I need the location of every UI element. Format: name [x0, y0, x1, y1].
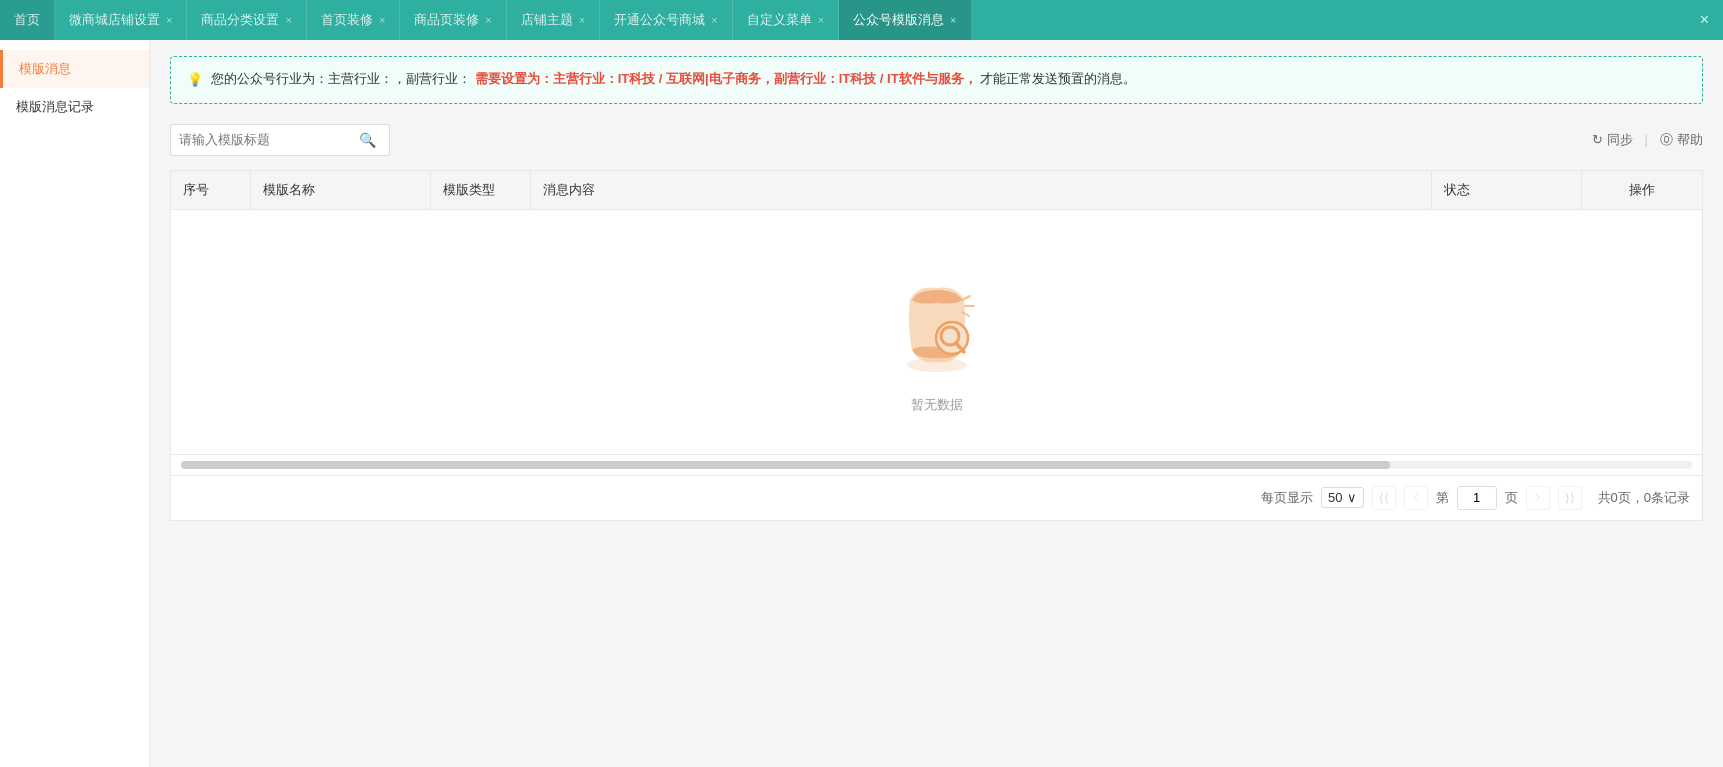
- first-page-button[interactable]: ⟨⟨: [1372, 486, 1396, 510]
- close-all-tabs-button[interactable]: ×: [1686, 0, 1723, 40]
- tab-shop-theme[interactable]: 店铺主题 ×: [507, 0, 600, 40]
- col-type: 模版类型: [431, 171, 531, 209]
- divider: |: [1645, 132, 1648, 147]
- empty-illustration: [882, 270, 992, 380]
- close-home-deco-tab[interactable]: ×: [379, 14, 385, 26]
- tab-micro-shop[interactable]: 微商城店铺设置 ×: [55, 0, 187, 40]
- col-status: 状态: [1432, 171, 1582, 209]
- search-input[interactable]: [179, 132, 359, 147]
- close-open-mall-tab[interactable]: ×: [711, 14, 717, 26]
- bulb-icon: 💡: [187, 70, 203, 91]
- tab-home[interactable]: 首页: [0, 0, 55, 40]
- scrollbar-thumb[interactable]: [181, 461, 1390, 469]
- table-header: 序号 模版名称 模版类型 消息内容 状态 操作: [171, 171, 1702, 210]
- help-button[interactable]: ⓪ 帮助: [1660, 131, 1703, 149]
- per-page-value: 50: [1328, 490, 1342, 505]
- page-input[interactable]: [1457, 486, 1497, 510]
- data-table: 序号 模版名称 模版类型 消息内容 状态 操作: [170, 170, 1703, 521]
- col-content: 消息内容: [531, 171, 1432, 209]
- scrollbar-area[interactable]: [171, 454, 1702, 475]
- search-input-wrap[interactable]: 🔍: [170, 124, 390, 156]
- tab-custom-menu[interactable]: 自定义菜单 ×: [733, 0, 839, 40]
- col-action: 操作: [1582, 171, 1702, 209]
- close-custom-menu-tab[interactable]: ×: [818, 14, 824, 26]
- next-page-button[interactable]: ﹥: [1526, 486, 1550, 510]
- notice-text: 您的公众号行业为：主营行业：，副营行业： 需要设置为：主营行业：IT科技 / 互…: [211, 69, 1136, 90]
- top-nav: 首页 微商城店铺设置 × 商品分类设置 × 首页装修 × 商品页装修 × 店铺主…: [0, 0, 1723, 40]
- tab-product-deco[interactable]: 商品页装修 ×: [400, 0, 506, 40]
- close-shop-theme-tab[interactable]: ×: [579, 14, 585, 26]
- search-bar: 🔍 ↻ 同步 | ⓪ 帮助: [170, 124, 1703, 156]
- notice-highlight: 需要设置为：主营行业：IT科技 / 互联网|电子商务，副营行业：IT科技 / I…: [475, 71, 977, 86]
- tab-open-mall[interactable]: 开通公众号商城 ×: [600, 0, 732, 40]
- chevron-down-icon: ∨: [1347, 490, 1357, 505]
- col-seq: 序号: [171, 171, 251, 209]
- search-button[interactable]: 🔍: [359, 132, 376, 148]
- sidebar-item-template-msg-log[interactable]: 模版消息记录: [0, 88, 149, 126]
- search-actions: ↻ 同步 | ⓪ 帮助: [1592, 131, 1703, 149]
- sidebar: 模版消息 模版消息记录: [0, 40, 150, 767]
- empty-state: 暂无数据: [171, 210, 1702, 454]
- total-info: 共0页，0条记录: [1598, 489, 1690, 507]
- tab-home-deco[interactable]: 首页装修 ×: [307, 0, 400, 40]
- close-template-msg-tab[interactable]: ×: [950, 14, 956, 26]
- sync-button[interactable]: ↻ 同步: [1592, 131, 1633, 149]
- per-page-label: 每页显示: [1261, 489, 1313, 507]
- per-page-select[interactable]: 50 ∨: [1321, 487, 1363, 508]
- close-micro-shop-tab[interactable]: ×: [166, 14, 172, 26]
- last-page-button[interactable]: ⟩⟩: [1558, 486, 1582, 510]
- tab-template-msg[interactable]: 公众号模版消息 ×: [839, 0, 971, 40]
- col-name: 模版名称: [251, 171, 431, 209]
- svg-line-7: [962, 296, 970, 300]
- page-label: 第: [1436, 489, 1449, 507]
- empty-text: 暂无数据: [911, 396, 963, 414]
- tab-category[interactable]: 商品分类设置 ×: [187, 0, 306, 40]
- content-area: 💡 您的公众号行业为：主营行业：，副营行业： 需要设置为：主营行业：IT科技 /…: [150, 40, 1723, 767]
- help-icon: ⓪: [1660, 131, 1673, 149]
- scrollbar-track[interactable]: [181, 461, 1692, 469]
- pagination: 每页显示 50 ∨ ⟨⟨ ﹤ 第 页 ﹥ ⟩⟩ 共0页，0条记录: [171, 475, 1702, 520]
- close-product-deco-tab[interactable]: ×: [485, 14, 491, 26]
- prev-page-button[interactable]: ﹤: [1404, 486, 1428, 510]
- sync-icon: ↻: [1592, 132, 1603, 147]
- sidebar-item-template-msg[interactable]: 模版消息: [0, 50, 149, 88]
- notice-box: 💡 您的公众号行业为：主营行业：，副营行业： 需要设置为：主营行业：IT科技 /…: [170, 56, 1703, 104]
- main-layout: 模版消息 模版消息记录 💡 您的公众号行业为：主营行业：，副营行业： 需要设置为…: [0, 40, 1723, 767]
- close-category-tab[interactable]: ×: [285, 14, 291, 26]
- page-unit: 页: [1505, 489, 1518, 507]
